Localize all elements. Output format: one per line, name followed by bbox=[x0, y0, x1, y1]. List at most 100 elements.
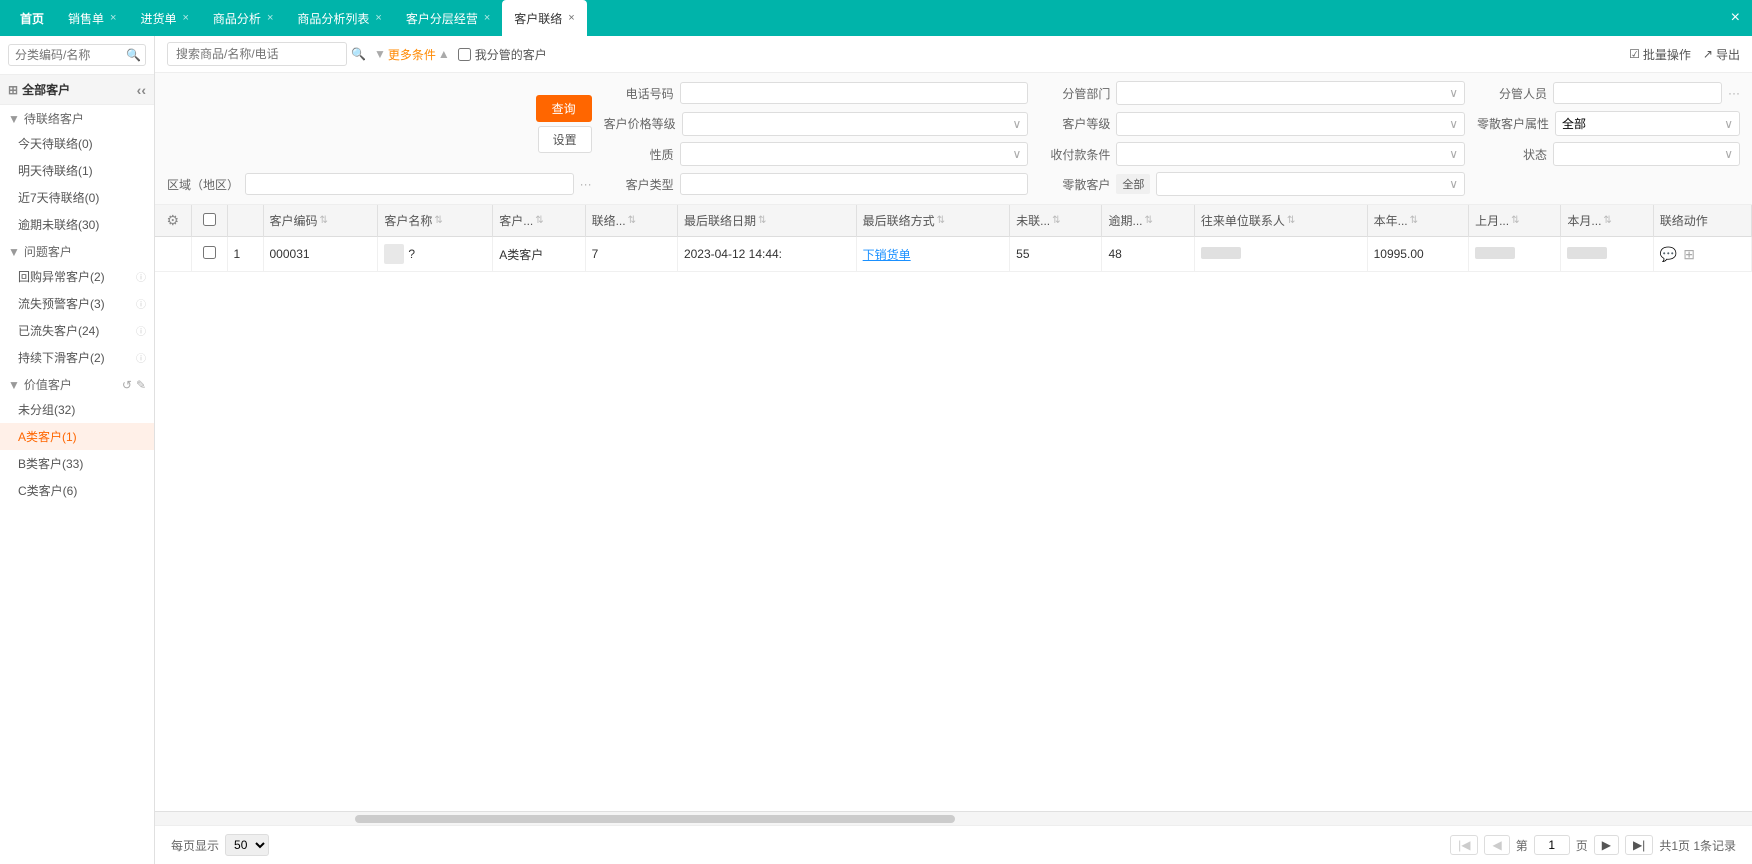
row-checkbox[interactable] bbox=[203, 246, 216, 259]
sort-icon[interactable]: ⇅ bbox=[1052, 215, 1060, 226]
page-first-button[interactable]: |◀ bbox=[1450, 835, 1478, 855]
sidebar-search-icon[interactable]: 🔍 bbox=[126, 48, 141, 62]
page-number-input[interactable] bbox=[1534, 835, 1570, 855]
refresh-icon[interactable]: ↺ bbox=[122, 378, 132, 392]
filter-input-manager[interactable] bbox=[1553, 82, 1722, 104]
filter-more-button[interactable]: ▼ 更多条件 ▲ bbox=[374, 46, 450, 63]
export-icon: ↗ bbox=[1703, 47, 1713, 61]
sidebar-item-a-class[interactable]: A类客户(1) bbox=[0, 423, 154, 450]
sort-icon[interactable]: ⇅ bbox=[1603, 215, 1611, 226]
th-checkbox bbox=[191, 205, 227, 237]
chat-action-icon[interactable]: 💬 bbox=[1660, 246, 1677, 263]
sidebar-item-label: 近7天待联络(0) bbox=[18, 189, 99, 206]
filter-row-phone: 电话号码 bbox=[604, 82, 1029, 104]
nav-tab-close[interactable]: × bbox=[568, 12, 574, 24]
page-size-select[interactable]: 50 bbox=[225, 834, 269, 856]
nav-tab-close[interactable]: × bbox=[484, 12, 490, 24]
select-all-checkbox[interactable] bbox=[203, 213, 216, 226]
page-last-button[interactable]: ▶| bbox=[1625, 835, 1653, 855]
filter-input-phone[interactable] bbox=[680, 82, 1029, 104]
sort-icon[interactable]: ⇅ bbox=[628, 215, 636, 226]
sidebar-item-repurchase-abnormal[interactable]: 回购异常客户(2) ⓘ bbox=[0, 263, 154, 290]
filter-input-region[interactable] bbox=[245, 173, 574, 195]
th-customer-type: 客户... ⇅ bbox=[493, 205, 585, 237]
customer-table: ⚙ 客户编码 ⇅ 客户名称 bbox=[155, 205, 1752, 272]
filter-select-price-tier[interactable]: ∨ bbox=[682, 112, 1029, 136]
sidebar-item-b-class[interactable]: B类客户(33) bbox=[0, 450, 154, 477]
nav-tab-close[interactable]: × bbox=[267, 12, 273, 24]
filter-select-retail-customer[interactable]: ∨ bbox=[1156, 172, 1465, 196]
table-settings-icon[interactable]: ⚙ bbox=[155, 205, 191, 237]
sort-icon[interactable]: ⇅ bbox=[1145, 215, 1153, 226]
nav-tab-customer-tier[interactable]: 客户分层经营 × bbox=[394, 0, 502, 36]
page-next-button[interactable]: ▶ bbox=[1594, 835, 1619, 855]
nav-tab-product-analysis[interactable]: 商品分析 × bbox=[201, 0, 285, 36]
th-uncontacted-label: 未联... bbox=[1016, 212, 1050, 229]
nav-tab-purchase[interactable]: 进货单 × bbox=[128, 0, 200, 36]
grid-action-icon[interactable]: ⊞ bbox=[1683, 246, 1695, 263]
nav-home[interactable]: 首页 bbox=[8, 0, 56, 36]
sidebar-collapse-icon[interactable]: ‹‹ bbox=[137, 82, 146, 98]
chevron-down-icon: ∨ bbox=[1449, 86, 1458, 100]
sidebar-group-value[interactable]: ▼ 价值客户 ↺ ✎ bbox=[0, 371, 154, 396]
filter-select-retail-attr[interactable]: 全部 ∨ bbox=[1555, 111, 1740, 136]
filter-search-icon[interactable]: 🔍 bbox=[351, 47, 366, 61]
sort-icon[interactable]: ⇅ bbox=[320, 215, 328, 226]
nav-tab-close[interactable]: × bbox=[375, 12, 381, 24]
last-contact-method-link[interactable]: 下销货单 bbox=[863, 248, 911, 262]
filter-my-customers[interactable]: 我分管的客户 bbox=[458, 46, 547, 63]
nav-tab-customer-contact[interactable]: 客户联络 × bbox=[502, 0, 586, 36]
nav-tab-close[interactable]: × bbox=[182, 12, 188, 24]
filter-row-price-tier: 客户价格等级 ∨ bbox=[604, 112, 1029, 136]
sort-icon[interactable]: ⇅ bbox=[535, 215, 543, 226]
nav-tab-sales[interactable]: 销售单 × bbox=[56, 0, 128, 36]
sidebar-item-overdue[interactable]: 逾期未联络(30) bbox=[0, 211, 154, 238]
filter-select-status[interactable]: ∨ bbox=[1553, 142, 1740, 166]
sidebar-all-customers[interactable]: ⊞ 全部客户 ‹‹ bbox=[0, 75, 154, 105]
sidebar-item-today[interactable]: 今天待联络(0) bbox=[0, 130, 154, 157]
nav-tab-product-list[interactable]: 商品分析列表 × bbox=[285, 0, 393, 36]
sidebar-item-ungrouped[interactable]: 未分组(32) bbox=[0, 396, 154, 423]
export-button[interactable]: ↗ 导出 bbox=[1703, 46, 1740, 63]
filter-row-payment: 收付款条件 ∨ bbox=[1040, 142, 1465, 166]
sort-icon[interactable]: ⇅ bbox=[758, 215, 766, 226]
sidebar-item-tomorrow[interactable]: 明天待联络(1) bbox=[0, 157, 154, 184]
filter-dots-region[interactable]: ··· bbox=[580, 177, 592, 191]
filter-search-input[interactable] bbox=[167, 42, 347, 66]
sidebar-item-label: 明天待联络(1) bbox=[18, 162, 93, 179]
pagination-area: |◀ ◀ 第 页 ▶ ▶| 共1页 1条记录 bbox=[1450, 835, 1736, 855]
nav-tab-close[interactable]: × bbox=[110, 12, 116, 24]
sort-icon[interactable]: ⇅ bbox=[1511, 215, 1519, 226]
sidebar-item-churn-warning[interactable]: 流失预警客户(3) ⓘ bbox=[0, 290, 154, 317]
query-button[interactable]: 查询 bbox=[536, 95, 592, 122]
sort-icon[interactable]: ⇅ bbox=[434, 215, 442, 226]
sort-icon[interactable]: ⇅ bbox=[1410, 215, 1418, 226]
sidebar-item-declining[interactable]: 持续下滑客户(2) ⓘ bbox=[0, 344, 154, 371]
edit-icon[interactable]: ✎ bbox=[136, 378, 146, 392]
sidebar-group-problem[interactable]: ▼ 问题客户 bbox=[0, 238, 154, 263]
filter-dots-manager[interactable]: ··· bbox=[1728, 86, 1740, 100]
th-index bbox=[227, 205, 263, 237]
filter-select-dept[interactable]: ∨ bbox=[1116, 81, 1465, 105]
sidebar-item-churned[interactable]: 已流失客户(24) ⓘ bbox=[0, 317, 154, 344]
sidebar-item-7days[interactable]: 近7天待联络(0) bbox=[0, 184, 154, 211]
settings-button[interactable]: 设置 bbox=[538, 126, 592, 153]
my-customers-checkbox[interactable] bbox=[458, 48, 471, 61]
sidebar-item-label: 回购异常客户(2) bbox=[18, 268, 105, 285]
window-close-icon[interactable]: × bbox=[1731, 9, 1740, 27]
page-prev-button[interactable]: ◀ bbox=[1484, 835, 1509, 855]
filter-input-customer-type[interactable] bbox=[680, 173, 1029, 195]
sidebar-group-pending[interactable]: ▼ 待联络客户 bbox=[0, 105, 154, 130]
info-icon: ⓘ bbox=[136, 296, 146, 311]
sidebar-item-label: 今天待联络(0) bbox=[18, 135, 93, 152]
filter-label-status: 状态 bbox=[1477, 146, 1547, 163]
batch-op-button[interactable]: ☑ 批量操作 bbox=[1629, 46, 1691, 63]
filter-select-nature[interactable]: ∨ bbox=[680, 142, 1029, 166]
nav-tab-label: 客户分层经营 bbox=[406, 10, 478, 27]
sort-icon[interactable]: ⇅ bbox=[937, 215, 945, 226]
sort-icon[interactable]: ⇅ bbox=[1287, 215, 1295, 226]
td-last-contact-method: 下销货单 bbox=[856, 237, 1009, 272]
filter-select-payment[interactable]: ∨ bbox=[1116, 142, 1465, 166]
sidebar-item-c-class[interactable]: C类客户(6) bbox=[0, 477, 154, 504]
filter-select-customer-tier[interactable]: ∨ bbox=[1116, 112, 1465, 136]
